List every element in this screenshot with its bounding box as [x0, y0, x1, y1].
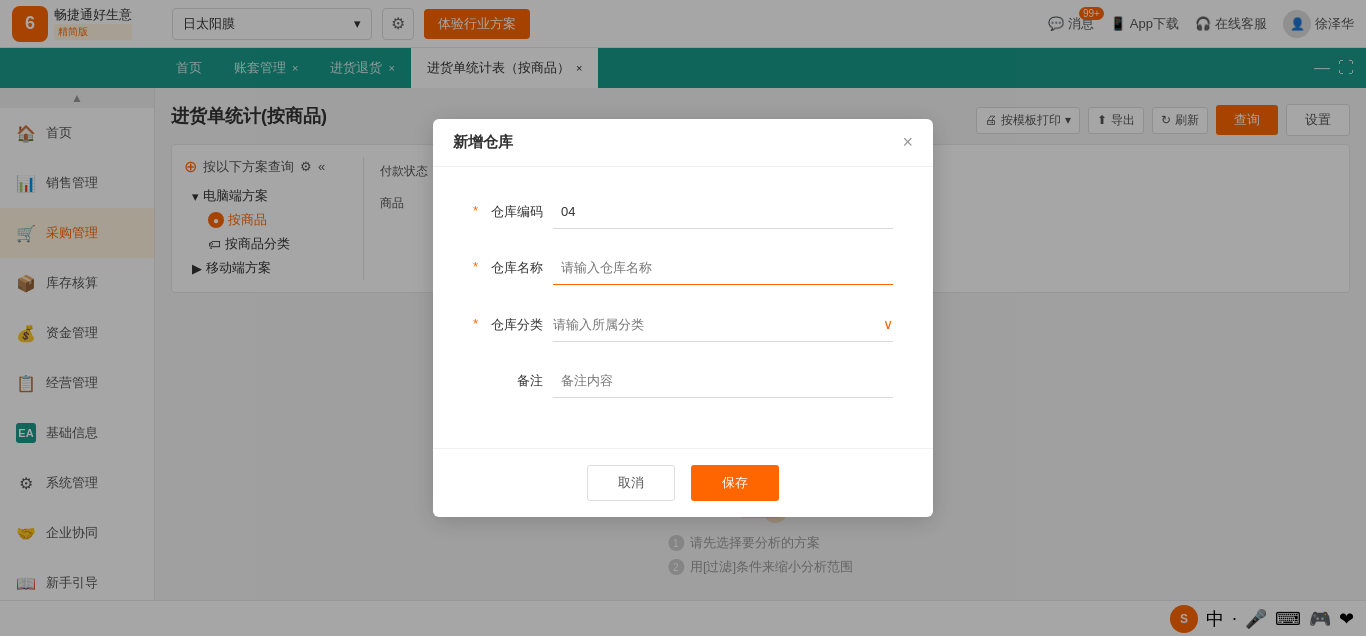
cancel-button[interactable]: 取消	[587, 465, 675, 501]
modal-header: 新增仓库 ×	[433, 119, 933, 167]
warehouse-category-input[interactable]	[553, 307, 883, 341]
warehouse-category-wrap: ∨	[553, 307, 893, 342]
category-chevron-icon: ∨	[883, 316, 893, 332]
modal-new-warehouse: 新增仓库 × 仓库编码 仓库名称 仓库分类 ∨	[433, 119, 933, 517]
form-row-code: 仓库编码	[473, 195, 893, 229]
warehouse-name-input[interactable]	[553, 251, 893, 285]
warehouse-code-label: 仓库编码	[473, 203, 553, 221]
remark-label: 备注	[473, 372, 553, 390]
remark-input[interactable]	[553, 364, 893, 398]
warehouse-category-label: 仓库分类	[473, 316, 553, 334]
form-row-remark: 备注	[473, 364, 893, 398]
form-row-name: 仓库名称	[473, 251, 893, 285]
modal-title: 新增仓库	[453, 133, 513, 152]
modal-footer: 取消 保存	[433, 448, 933, 517]
warehouse-name-label: 仓库名称	[473, 259, 553, 277]
modal-close-icon[interactable]: ×	[902, 132, 913, 153]
warehouse-code-input[interactable]	[553, 195, 893, 229]
form-row-category: 仓库分类 ∨	[473, 307, 893, 342]
save-button[interactable]: 保存	[691, 465, 779, 501]
modal-overlay: 新增仓库 × 仓库编码 仓库名称 仓库分类 ∨	[0, 0, 1366, 636]
modal-body: 仓库编码 仓库名称 仓库分类 ∨ 备注	[433, 167, 933, 448]
